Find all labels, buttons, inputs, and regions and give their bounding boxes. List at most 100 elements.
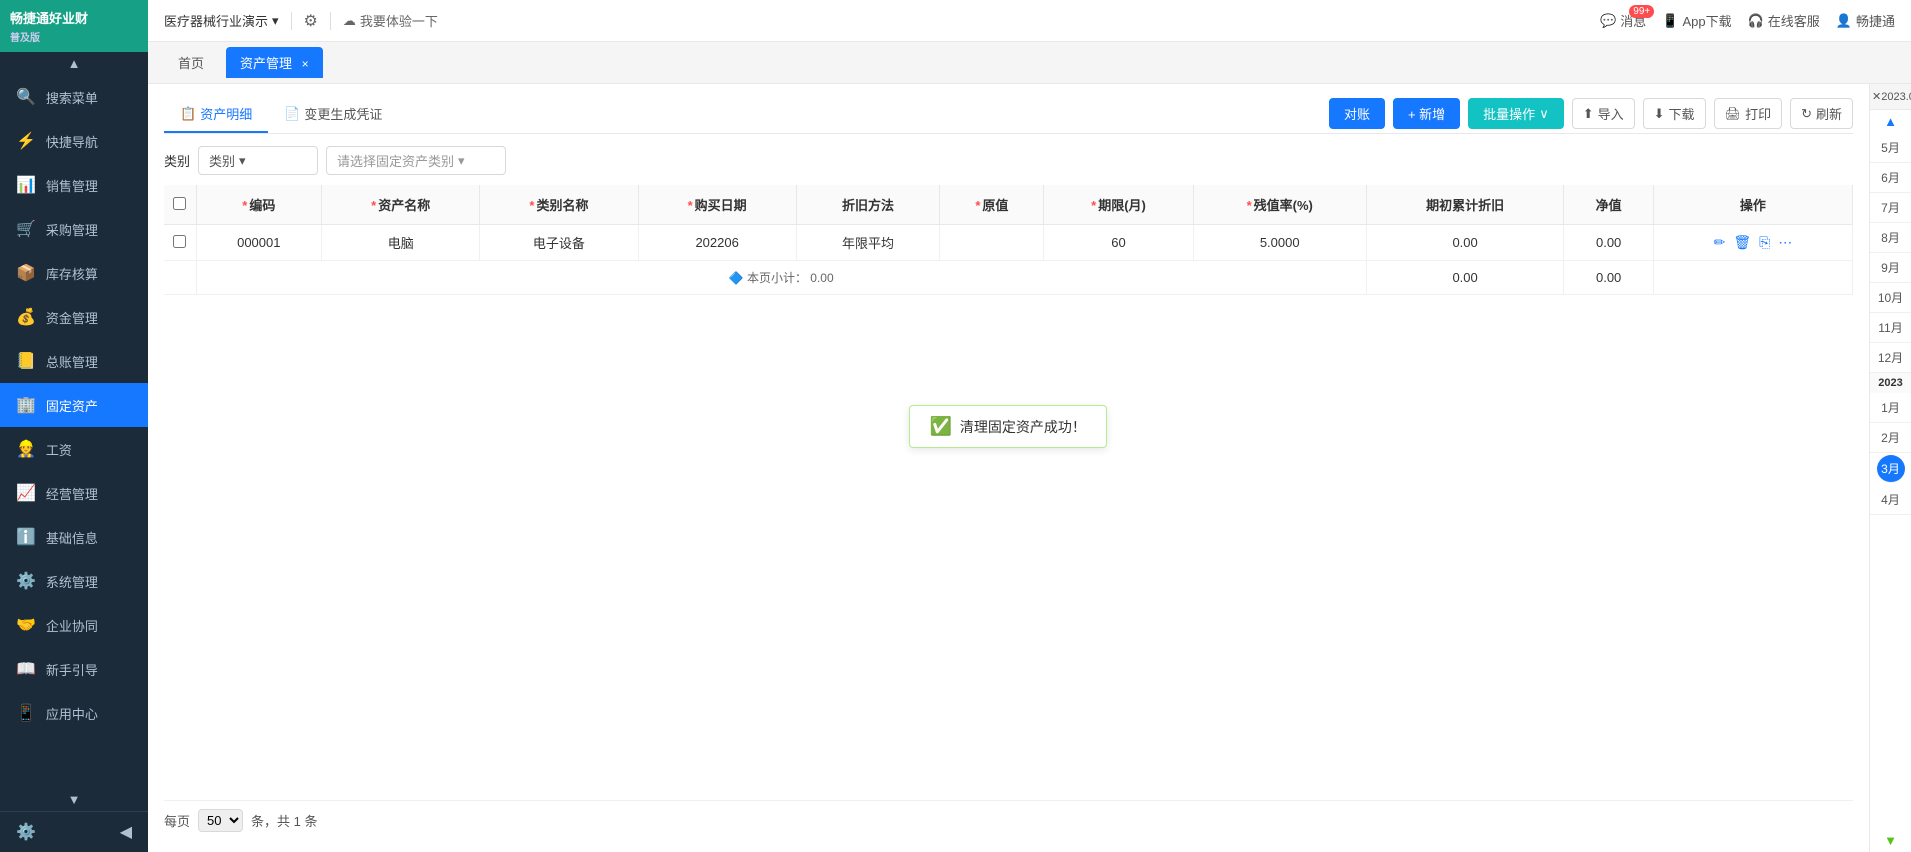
new-button[interactable]: + 新增 xyxy=(1393,98,1460,129)
col-original-value: *原值 xyxy=(940,185,1044,225)
system-icon: ⚙️ xyxy=(16,571,36,591)
sidebar-item-label: 企业协同 xyxy=(46,616,98,635)
sidebar-item-ledger[interactable]: 📒 总账管理 xyxy=(0,339,148,383)
sidebar-item-collab[interactable]: 🤝 企业协同 xyxy=(0,603,148,647)
sub-tab-change-voucher-label: 变更生成凭证 xyxy=(304,104,382,123)
cell-depreciation-method: 年限平均 xyxy=(796,225,940,261)
sidebar-scroll-down[interactable]: ▼ xyxy=(0,788,148,811)
experience-btn[interactable]: ☁ 我要体验一下 xyxy=(343,11,438,30)
sidebar-item-finance[interactable]: 💰 资金管理 xyxy=(0,295,148,339)
subtotal-initial: 0.00 xyxy=(1366,261,1564,295)
month-1[interactable]: 1月 xyxy=(1870,393,1911,423)
month-5[interactable]: 5月 xyxy=(1870,133,1911,163)
sidebar-item-quicknav[interactable]: ⚡ 快捷导航 xyxy=(0,119,148,163)
message-btn[interactable]: 💬 消息 99+ xyxy=(1600,11,1646,30)
cell-period: 60 xyxy=(1044,225,1193,261)
sidebar-item-label: 基础信息 xyxy=(46,528,98,547)
month-2[interactable]: 2月 xyxy=(1870,423,1911,453)
more-icon[interactable]: ⋯ xyxy=(1778,234,1792,251)
batch-ops-label: 批量操作 xyxy=(1483,104,1535,123)
content-main: 📋 资产明细 📄 变更生成凭证 对账 + 新增 批量操作 ∨ xyxy=(148,84,1869,852)
month-9[interactable]: 9月 xyxy=(1870,253,1911,283)
asset-category-select[interactable]: 请选择固定资产类别 ▾ xyxy=(326,146,506,175)
app-icon: 📱 xyxy=(1662,13,1678,29)
panel-scroll-up[interactable]: ▲ xyxy=(1870,110,1911,133)
select-all-header[interactable] xyxy=(164,185,196,225)
sidebar-item-system[interactable]: ⚙️ 系统管理 xyxy=(0,559,148,603)
sidebar-item-label: 固定资产 xyxy=(46,396,98,415)
close-panel-icon[interactable]: ✕ xyxy=(1872,90,1881,103)
sidebar-item-inventory[interactable]: 📦 库存核算 xyxy=(0,251,148,295)
customer-service-btn[interactable]: 🎧 在线客服 xyxy=(1748,11,1820,30)
collapse-icon[interactable]: ◀ xyxy=(120,822,132,842)
success-toast: ✅ 清理固定资产成功！ xyxy=(909,405,1107,448)
sidebar-item-management[interactable]: 📈 经营管理 xyxy=(0,471,148,515)
row-checkbox-cell[interactable] xyxy=(164,225,196,261)
batch-ops-button[interactable]: 批量操作 ∨ xyxy=(1468,98,1564,129)
month-8[interactable]: 8月 xyxy=(1870,223,1911,253)
per-page-select[interactable]: 50 xyxy=(198,809,243,832)
month-6[interactable]: 6月 xyxy=(1870,163,1911,193)
sidebar-item-sales[interactable]: 📊 销售管理 xyxy=(0,163,148,207)
print-button[interactable]: 🖨 打印 xyxy=(1714,98,1783,129)
sidebar-item-guide[interactable]: 📖 新手引导 xyxy=(0,647,148,691)
delete-icon[interactable]: 🗑 xyxy=(1733,234,1751,251)
sidebar-item-label: 库存核算 xyxy=(46,264,98,283)
company-selector[interactable]: 医疗器械行业演示 ▾ xyxy=(164,11,279,30)
sub-tab-asset-detail[interactable]: 📋 资产明细 xyxy=(164,96,268,133)
subtotal-action-empty xyxy=(1653,261,1852,295)
settings-icon[interactable]: ⚙️ xyxy=(16,822,36,842)
col-residual-rate: *残值率(%) xyxy=(1193,185,1366,225)
sidebar-bottom[interactable]: ⚙️ ◀ xyxy=(0,811,148,852)
sidebar-item-label: 新手引导 xyxy=(46,660,98,679)
select-all-checkbox[interactable] xyxy=(173,197,186,210)
sub-tab-change-voucher[interactable]: 📄 变更生成凭证 xyxy=(268,96,398,133)
tab-close-icon[interactable]: × xyxy=(302,57,309,71)
sidebar-item-label: 工资 xyxy=(46,440,72,459)
subtotal-value: 0.00 xyxy=(810,271,833,285)
toast-message: 清理固定资产成功！ xyxy=(960,417,1086,437)
sidebar: 畅捷通好业财 普及版 ▲ 🔍 搜索菜单 ⚡ 快捷导航 📊 销售管理 🛒 采购管理… xyxy=(0,0,148,852)
sidebar-item-appstore[interactable]: 📱 应用中心 xyxy=(0,691,148,735)
copy-icon[interactable]: ⎘ xyxy=(1759,234,1770,251)
month-4[interactable]: 4月 xyxy=(1870,485,1911,515)
refresh-button[interactable]: ↻ 刷新 xyxy=(1790,98,1853,129)
sidebar-item-search[interactable]: 🔍 搜索菜单 xyxy=(0,75,148,119)
table-row: 000001 电脑 电子设备 202206 年限平均 60 5.0000 0.0… xyxy=(164,225,1853,261)
cell-name: 电脑 xyxy=(322,225,480,261)
month-12[interactable]: 12月 xyxy=(1870,343,1911,373)
download-icon: ⬇ xyxy=(1654,106,1665,122)
tab-asset-manage[interactable]: 资产管理 × xyxy=(226,47,323,78)
import-button[interactable]: ⬆ 导入 xyxy=(1572,98,1635,129)
month-3-active[interactable]: 3月 xyxy=(1877,455,1905,483)
sidebar-item-purchase[interactable]: 🛒 采购管理 xyxy=(0,207,148,251)
cell-code: 000001 xyxy=(196,225,322,261)
company-dropdown-icon: ▾ xyxy=(272,13,279,29)
settings-gear-icon[interactable]: ⚙ xyxy=(304,11,318,31)
sidebar-item-fixed-assets[interactable]: 🏢 固定资产 xyxy=(0,383,148,427)
tabbar: 首页 资产管理 × xyxy=(148,42,1911,84)
refresh-label: 刷新 xyxy=(1816,104,1842,123)
edit-icon[interactable]: ✏ xyxy=(1714,234,1726,251)
user-avatar[interactable]: 👤 畅捷通 xyxy=(1836,11,1895,30)
app-download-label: App下载 xyxy=(1682,11,1731,30)
row-checkbox[interactable] xyxy=(173,235,186,248)
app-download-btn[interactable]: 📱 App下载 xyxy=(1662,11,1731,30)
month-11[interactable]: 11月 xyxy=(1870,313,1911,343)
service-icon: 🎧 xyxy=(1748,13,1764,29)
sidebar-scroll-up[interactable]: ▲ xyxy=(0,52,148,75)
download-button[interactable]: ⬇ 下载 xyxy=(1643,98,1706,129)
reconcile-button[interactable]: 对账 xyxy=(1329,98,1385,129)
inventory-icon: 📦 xyxy=(16,263,36,283)
month-10[interactable]: 10月 xyxy=(1870,283,1911,313)
sidebar-item-payroll[interactable]: 👷 工资 xyxy=(0,427,148,471)
sidebar-nav: 🔍 搜索菜单 ⚡ 快捷导航 📊 销售管理 🛒 采购管理 📦 库存核算 💰 资金管… xyxy=(0,75,148,788)
category-select[interactable]: 类别 ▾ xyxy=(198,146,318,175)
guide-icon: 📖 xyxy=(16,659,36,679)
sidebar-item-basic-info[interactable]: ℹ️ 基础信息 xyxy=(0,515,148,559)
sidebar-item-label: 经营管理 xyxy=(46,484,98,503)
panel-scroll-down[interactable]: ▼ xyxy=(1870,829,1911,852)
month-7[interactable]: 7月 xyxy=(1870,193,1911,223)
sales-icon: 📊 xyxy=(16,175,36,195)
tab-home[interactable]: 首页 xyxy=(164,47,218,78)
